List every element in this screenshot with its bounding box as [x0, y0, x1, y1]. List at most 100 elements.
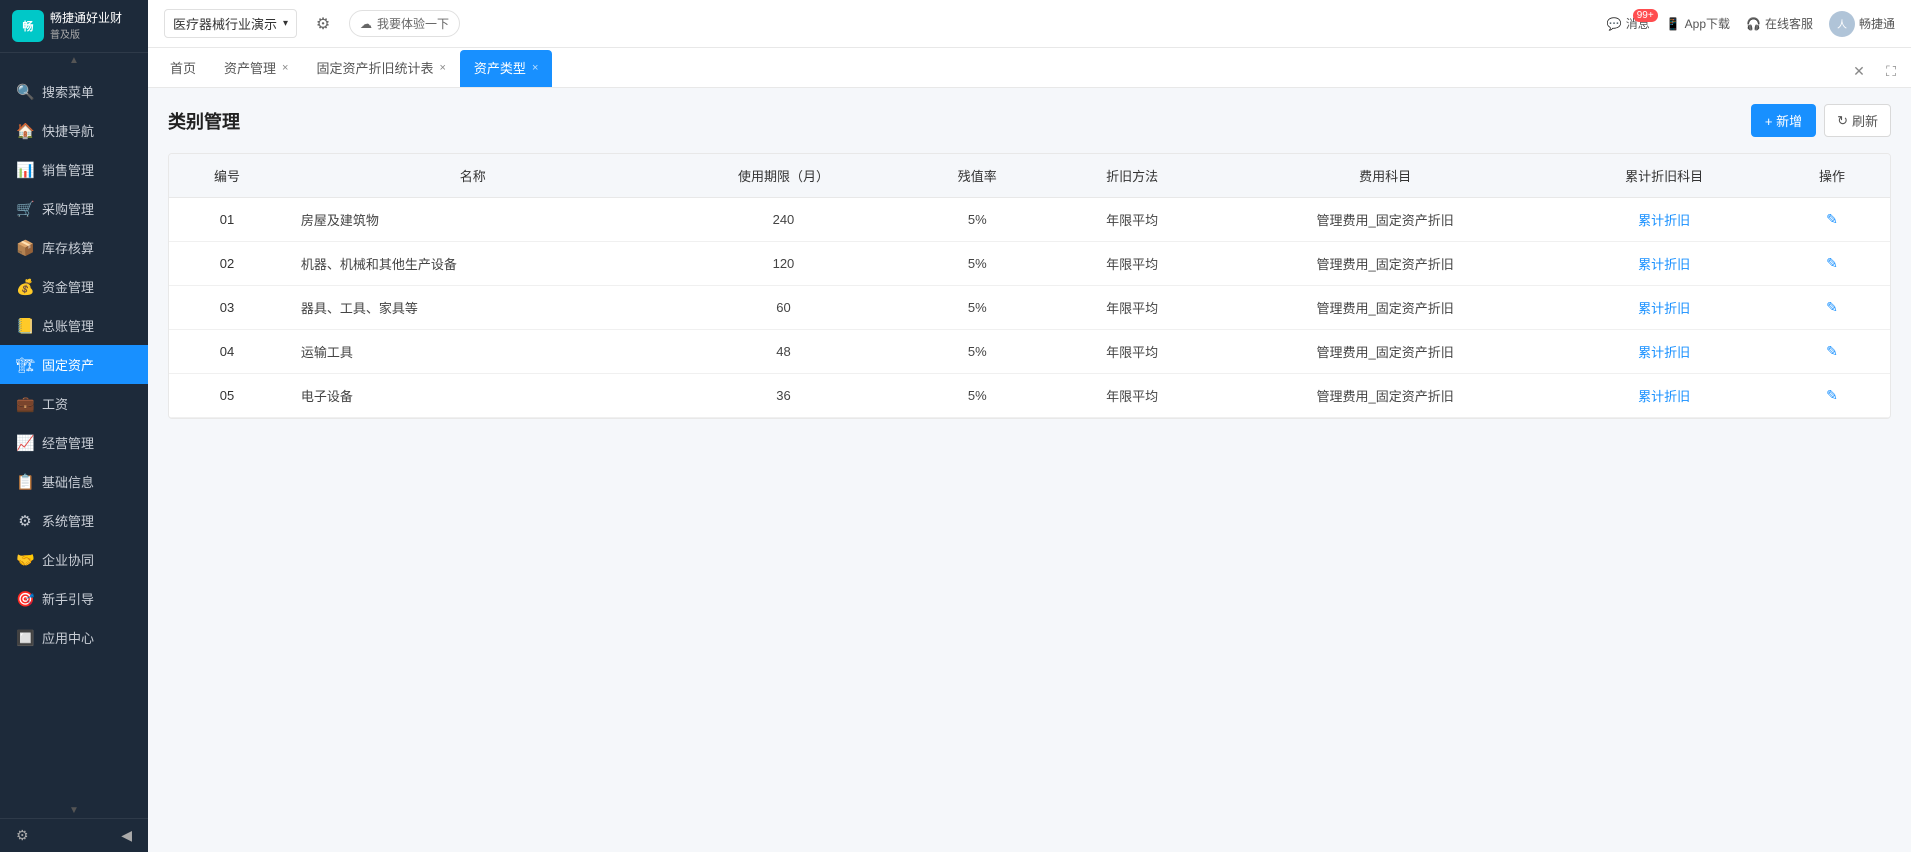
tab-depreciation-close[interactable]: × [439, 62, 445, 74]
sidebar-item-label: 搜索菜单 [42, 82, 94, 101]
col-expense-subject: 费用科目 [1216, 154, 1554, 198]
cell-period: 48 [661, 330, 907, 374]
sidebar-item-payroll[interactable]: 💼 工资 [0, 384, 148, 423]
col-code: 编号 [169, 154, 285, 198]
cell-depreciation-method: 年限平均 [1048, 374, 1216, 418]
tab-home[interactable]: 首页 [156, 50, 210, 87]
service-icon: 🎧 [1746, 17, 1761, 31]
tab-asset-type[interactable]: 资产类型 × [460, 50, 552, 87]
cell-code: 04 [169, 330, 285, 374]
edit-icon[interactable]: ✎ [1826, 387, 1838, 403]
sidebar-item-funds[interactable]: 💰 资金管理 [0, 267, 148, 306]
col-depreciation-method: 折旧方法 [1048, 154, 1216, 198]
edit-icon[interactable]: ✎ [1826, 211, 1838, 227]
sidebar-item-label: 企业协同 [42, 550, 94, 569]
cell-period: 60 [661, 286, 907, 330]
cell-accumulated-subject[interactable]: 累计折旧 [1554, 330, 1774, 374]
cell-action: ✎ [1774, 374, 1890, 418]
tab-depreciation-table[interactable]: 固定资产折旧统计表 × [302, 50, 459, 87]
sidebar-item-base-info[interactable]: 📋 基础信息 [0, 462, 148, 501]
sidebar-item-app-center[interactable]: 🔲 应用中心 [0, 618, 148, 657]
table-row: 05 电子设备 36 5% 年限平均 管理费用_固定资产折旧 累计折旧 ✎ [169, 374, 1890, 418]
sidebar-item-sales[interactable]: 📊 销售管理 [0, 150, 148, 189]
home-icon: 🏠 [16, 122, 34, 140]
sidebar-item-label: 采购管理 [42, 199, 94, 218]
refresh-label: 刷新 [1852, 111, 1878, 130]
cell-accumulated-subject[interactable]: 累计折旧 [1554, 198, 1774, 242]
sidebar-item-inventory[interactable]: 📦 库存核算 [0, 228, 148, 267]
col-action: 操作 [1774, 154, 1890, 198]
sidebar-item-quick-nav[interactable]: 🏠 快捷导航 [0, 111, 148, 150]
sidebar-scroll-down[interactable]: ▼ [0, 803, 148, 818]
cell-code: 03 [169, 286, 285, 330]
user-item[interactable]: 人 畅捷通 [1829, 11, 1895, 37]
download-icon: 📱 [1666, 17, 1681, 31]
footer-collapse-icon[interactable]: ◀ [121, 827, 132, 844]
cell-action: ✎ [1774, 198, 1890, 242]
sidebar-item-business-mgmt[interactable]: 📈 经营管理 [0, 423, 148, 462]
tab-expand-icon[interactable]: ⛶ [1879, 59, 1903, 83]
cell-accumulated-subject[interactable]: 累计折旧 [1554, 374, 1774, 418]
avatar: 人 [1829, 11, 1855, 37]
cell-expense-subject: 管理费用_固定资产折旧 [1216, 242, 1554, 286]
edit-icon[interactable]: ✎ [1826, 343, 1838, 359]
online-service-item[interactable]: 🎧 在线客服 [1746, 15, 1813, 32]
sidebar-item-label: 资金管理 [42, 277, 94, 296]
cell-residual-rate: 5% [906, 198, 1048, 242]
table-row: 03 器具、工具、家具等 60 5% 年限平均 管理费用_固定资产折旧 累计折旧… [169, 286, 1890, 330]
experience-label: 我要体验一下 [377, 15, 449, 32]
app-selector[interactable]: 医疗器械行业演示 ▾ [164, 9, 297, 38]
tab-asset-mgmt[interactable]: 资产管理 × [210, 50, 302, 87]
sidebar-scroll-up[interactable]: ▲ [0, 53, 148, 68]
tab-close-all-icon[interactable]: ✕ [1847, 59, 1871, 83]
cell-name: 器具、工具、家具等 [285, 286, 661, 330]
tab-asset-mgmt-close[interactable]: × [282, 62, 288, 74]
cell-code: 02 [169, 242, 285, 286]
cell-expense-subject: 管理费用_固定资产折旧 [1216, 374, 1554, 418]
table-row: 02 机器、机械和其他生产设备 120 5% 年限平均 管理费用_固定资产折旧 … [169, 242, 1890, 286]
sidebar-item-label: 基础信息 [42, 472, 94, 491]
edit-icon[interactable]: ✎ [1826, 255, 1838, 271]
topbar-settings-icon[interactable]: ⚙ [309, 10, 337, 38]
cell-accumulated-subject[interactable]: 累计折旧 [1554, 242, 1774, 286]
footer-settings-icon[interactable]: ⚙ [16, 827, 29, 844]
page-title: 类别管理 [168, 108, 240, 134]
messages-badge: 99+ [1633, 9, 1658, 22]
topbar-right: 💬 消息 99+ 📱 App下载 🎧 在线客服 人 畅捷通 [1607, 11, 1895, 37]
sales-icon: 📊 [16, 161, 34, 179]
sidebar-item-fixed-assets[interactable]: 🏗 固定资产 [0, 345, 148, 384]
cell-expense-subject: 管理费用_固定资产折旧 [1216, 198, 1554, 242]
sidebar-item-label: 系统管理 [42, 511, 94, 530]
sidebar-item-label: 销售管理 [42, 160, 94, 179]
business-icon: 📈 [16, 434, 34, 452]
tab-asset-type-close[interactable]: × [532, 62, 538, 74]
cell-expense-subject: 管理费用_固定资产折旧 [1216, 286, 1554, 330]
messages-item[interactable]: 💬 消息 99+ [1607, 15, 1650, 32]
sidebar-item-search[interactable]: 🔍 搜索菜单 [0, 72, 148, 111]
experience-button[interactable]: ☁ 我要体验一下 [349, 10, 460, 37]
cell-name: 机器、机械和其他生产设备 [285, 242, 661, 286]
refresh-icon: ↻ [1837, 113, 1848, 129]
sidebar-footer: ⚙ ◀ [0, 818, 148, 852]
search-icon: 🔍 [16, 83, 34, 101]
edit-icon[interactable]: ✎ [1826, 299, 1838, 315]
sidebar-item-sys-mgmt[interactable]: ⚙ 系统管理 [0, 501, 148, 540]
new-button[interactable]: + 新增 [1751, 104, 1816, 137]
inventory-icon: 📦 [16, 239, 34, 257]
app-download-item[interactable]: 📱 App下载 [1666, 15, 1730, 32]
sidebar-item-new-guide[interactable]: 🎯 新手引导 [0, 579, 148, 618]
dropdown-icon: ▾ [283, 18, 288, 29]
settings-icon: ⚙ [16, 512, 34, 530]
sidebar-item-purchase[interactable]: 🛒 采购管理 [0, 189, 148, 228]
sidebar-item-label: 固定资产 [42, 355, 94, 374]
funds-icon: 💰 [16, 278, 34, 296]
refresh-button[interactable]: ↻ 刷新 [1824, 104, 1891, 137]
cell-accumulated-subject[interactable]: 累计折旧 [1554, 286, 1774, 330]
sidebar-item-label: 工资 [42, 394, 68, 413]
cell-period: 240 [661, 198, 907, 242]
tabbar: 首页 资产管理 × 固定资产折旧统计表 × 资产类型 × ✕ ⛶ [148, 48, 1911, 88]
sidebar-item-general-ledger[interactable]: 📒 总账管理 [0, 306, 148, 345]
col-name: 名称 [285, 154, 661, 198]
sidebar-item-corp-collab[interactable]: 🤝 企业协同 [0, 540, 148, 579]
app-logo-text: 畅捷通好业财 普及版 [50, 11, 122, 42]
